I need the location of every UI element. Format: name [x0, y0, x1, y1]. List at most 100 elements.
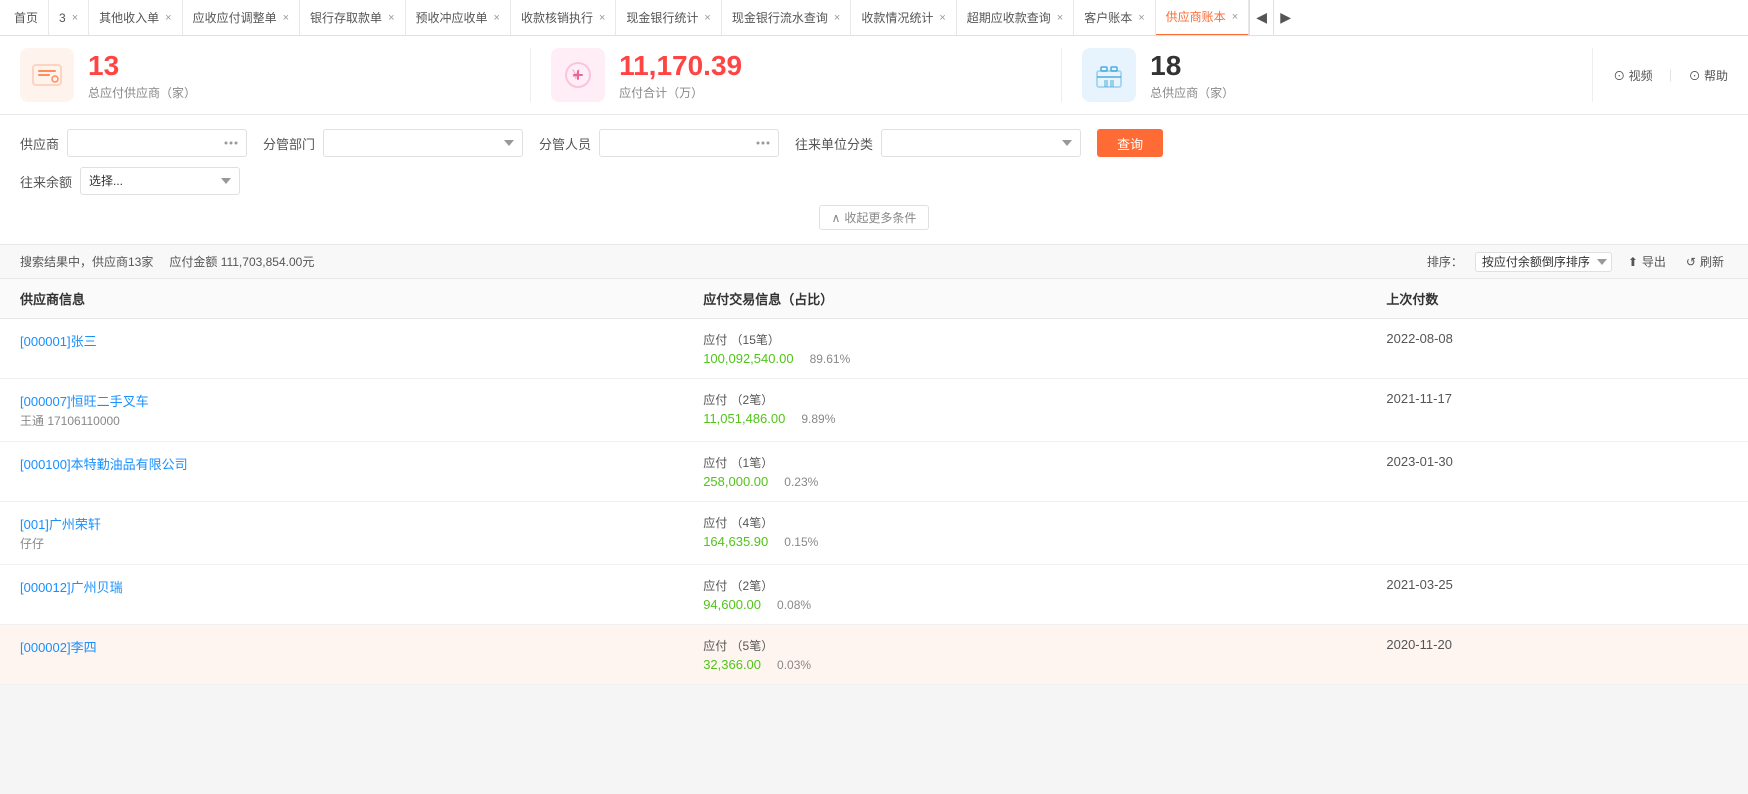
pay-percent: 0.03%	[777, 658, 811, 672]
nav-tab-collection-stat[interactable]: 收款情况统计 ×	[851, 0, 956, 36]
pay-amount-link[interactable]: 164,635.90	[703, 534, 768, 549]
close-icon[interactable]: ×	[388, 12, 394, 24]
supplier-count-text: 搜索结果中，供应商13家	[20, 253, 153, 270]
supplier-link[interactable]: [000007]恒旺二手叉车	[20, 394, 149, 409]
close-icon[interactable]: ×	[1057, 12, 1063, 24]
pay-amount-link[interactable]: 11,051,486.00	[703, 411, 785, 426]
close-icon[interactable]: ×	[165, 12, 171, 24]
dept-filter-label: 分管部门	[263, 134, 315, 153]
col-payable-info: 应付交易信息（占比）	[703, 289, 1386, 308]
total-payable-icon: ¥	[551, 48, 605, 102]
nav-tab-label: 应收应付调整单	[193, 9, 277, 26]
nav-tab-ar-ap-adjust[interactable]: 应收应付调整单 ×	[183, 0, 300, 36]
table-row: [000100]本特勤油品有限公司 应付 （1笔） 258,000.00 0.2…	[0, 442, 1748, 502]
supplier-link[interactable]: [001]广州荣轩	[20, 517, 101, 532]
pay-amount-link[interactable]: 32,366.00	[703, 657, 761, 672]
query-button[interactable]: 查询	[1097, 129, 1163, 157]
summary-card-total-payable: ¥ 11,170.39 应付合计（万）	[531, 48, 1062, 102]
svg-text:¥: ¥	[571, 66, 580, 82]
close-icon[interactable]: ×	[1138, 12, 1144, 24]
supplier-sub-info: 仔仔	[20, 535, 703, 552]
close-icon[interactable]: ×	[283, 12, 289, 24]
balance-filter-label: 往来余额	[20, 172, 72, 191]
close-icon[interactable]: ×	[1232, 11, 1238, 23]
dept-filter-select[interactable]	[323, 129, 523, 157]
nav-tab-cash-bank-flow[interactable]: 现金银行流水查询 ×	[722, 0, 851, 36]
sort-select[interactable]: 按应付余额倒序排序	[1475, 252, 1612, 272]
pay-percent: 0.15%	[784, 535, 818, 549]
top-links: ⊙ 视频 ｜ ⊙ 帮助	[1593, 67, 1728, 84]
total-supplier-icon	[1082, 48, 1136, 102]
supplier-filter-label: 供应商	[20, 134, 59, 153]
nav-tab-bank-deposit[interactable]: 银行存取款单 ×	[300, 0, 405, 36]
help-link[interactable]: ⊙ 帮助	[1689, 67, 1728, 84]
nav-tab-label: 其他收入单	[99, 9, 159, 26]
total-payable-amount: 11,170.39	[619, 49, 742, 83]
nav-tab-supplier-ledger[interactable]: 供应商账本 ×	[1156, 0, 1249, 36]
export-button[interactable]: ⬆ 导出	[1624, 251, 1670, 272]
nav-tab-3[interactable]: 3 ×	[49, 0, 89, 36]
payable-info-cell: 应付 （2笔） 11,051,486.00 9.89%	[703, 391, 1386, 426]
pay-amount-link[interactable]: 100,092,540.00	[703, 351, 793, 366]
close-icon[interactable]: ×	[834, 12, 840, 24]
category-filter-select[interactable]	[881, 129, 1081, 157]
nav-tab-label: 收款情况统计	[861, 9, 933, 26]
supplier-filter-input[interactable]	[67, 129, 247, 157]
pay-percent: 9.89%	[801, 412, 835, 426]
last-pay-cell: 2020-11-20	[1386, 637, 1728, 652]
nav-scroll-left[interactable]: ◀	[1249, 0, 1273, 36]
supplier-link[interactable]: [000100]本特勤油品有限公司	[20, 457, 188, 472]
supplier-link[interactable]: [000001]张三	[20, 334, 97, 349]
summary-card-text: 18 总供应商（家）	[1150, 49, 1234, 102]
col-supplier-info: 供应商信息	[20, 289, 703, 308]
table-row: [000007]恒旺二手叉车 王通 17106110000 应付 （2笔） 11…	[0, 379, 1748, 442]
filter-supplier: 供应商	[20, 129, 247, 157]
nav-tab-prepay-offset[interactable]: 预收冲应收单 ×	[406, 0, 511, 36]
data-table: 供应商信息 应付交易信息（占比） 上次付数 [000001]张三 应付 （15笔…	[0, 279, 1748, 685]
col-last-pay: 上次付数	[1386, 289, 1728, 308]
last-pay-cell: 2022-08-08	[1386, 331, 1728, 346]
nav-tab-label: 供应商账本	[1166, 8, 1226, 25]
person-filter-label: 分管人员	[539, 134, 591, 153]
nav-tab-other-income[interactable]: 其他收入单 ×	[89, 0, 182, 36]
supplier-info-cell: [000002]李四	[20, 637, 703, 656]
pay-amount-link[interactable]: 94,600.00	[703, 597, 761, 612]
nav-scroll-right[interactable]: ▶	[1273, 0, 1297, 36]
top-navigation: 首页 3 × 其他收入单 × 应收应付调整单 × 银行存取款单 × 预收冲应收单…	[0, 0, 1748, 36]
nav-tab-label: 现金银行统计	[626, 9, 698, 26]
person-filter-input[interactable]	[599, 129, 779, 157]
nav-tab-label: 超期应收款查询	[967, 9, 1051, 26]
supplier-sub-info: 王通 17106110000	[20, 412, 703, 429]
result-info: 搜索结果中，供应商13家 应付金额 111,703,854.00元	[20, 253, 314, 270]
nav-tab-cash-bank-stat[interactable]: 现金银行统计 ×	[616, 0, 721, 36]
video-link[interactable]: ⊙ 视频	[1613, 67, 1652, 84]
summary-card-text: 13 总应付供应商（家）	[88, 49, 196, 102]
pay-amount-link[interactable]: 258,000.00	[703, 474, 768, 489]
filter-person: 分管人员	[539, 129, 779, 157]
close-icon[interactable]: ×	[494, 12, 500, 24]
nav-tab-label: 预收冲应收单	[416, 9, 488, 26]
supplier-link[interactable]: [000002]李四	[20, 640, 97, 655]
summary-card-text: 11,170.39 应付合计（万）	[619, 49, 742, 102]
total-supplier-count: 18	[1150, 49, 1234, 83]
close-icon[interactable]: ×	[939, 12, 945, 24]
summary-card-payable-suppliers: 13 总应付供应商（家）	[20, 48, 531, 102]
balance-filter-select[interactable]: 选择...	[80, 167, 240, 195]
close-icon[interactable]: ×	[72, 12, 78, 24]
nav-tab-overdue-ar[interactable]: 超期应收款查询 ×	[957, 0, 1074, 36]
nav-tab-customer-ledger[interactable]: 客户账本 ×	[1074, 0, 1155, 36]
payable-supplier-label: 总应付供应商（家）	[88, 84, 196, 101]
payable-info-cell: 应付 （15笔） 100,092,540.00 89.61%	[703, 331, 1386, 366]
export-icon: ⬆	[1628, 255, 1638, 269]
nav-tab-label: 首页	[14, 9, 38, 26]
payable-supplier-icon	[20, 48, 74, 102]
help-icon: ⊙	[1689, 69, 1701, 83]
collapse-button[interactable]: ∧ 收起更多条件	[819, 205, 930, 230]
supplier-link[interactable]: [000012]广州贝瑞	[20, 580, 123, 595]
close-icon[interactable]: ×	[704, 12, 710, 24]
nav-tab-home[interactable]: 首页	[4, 0, 49, 36]
nav-tab-collection-exec[interactable]: 收款核销执行 ×	[511, 0, 616, 36]
close-icon[interactable]: ×	[599, 12, 605, 24]
refresh-button[interactable]: ↺ 刷新	[1682, 251, 1728, 272]
filter-row-2: 往来余额 选择...	[20, 167, 1728, 195]
